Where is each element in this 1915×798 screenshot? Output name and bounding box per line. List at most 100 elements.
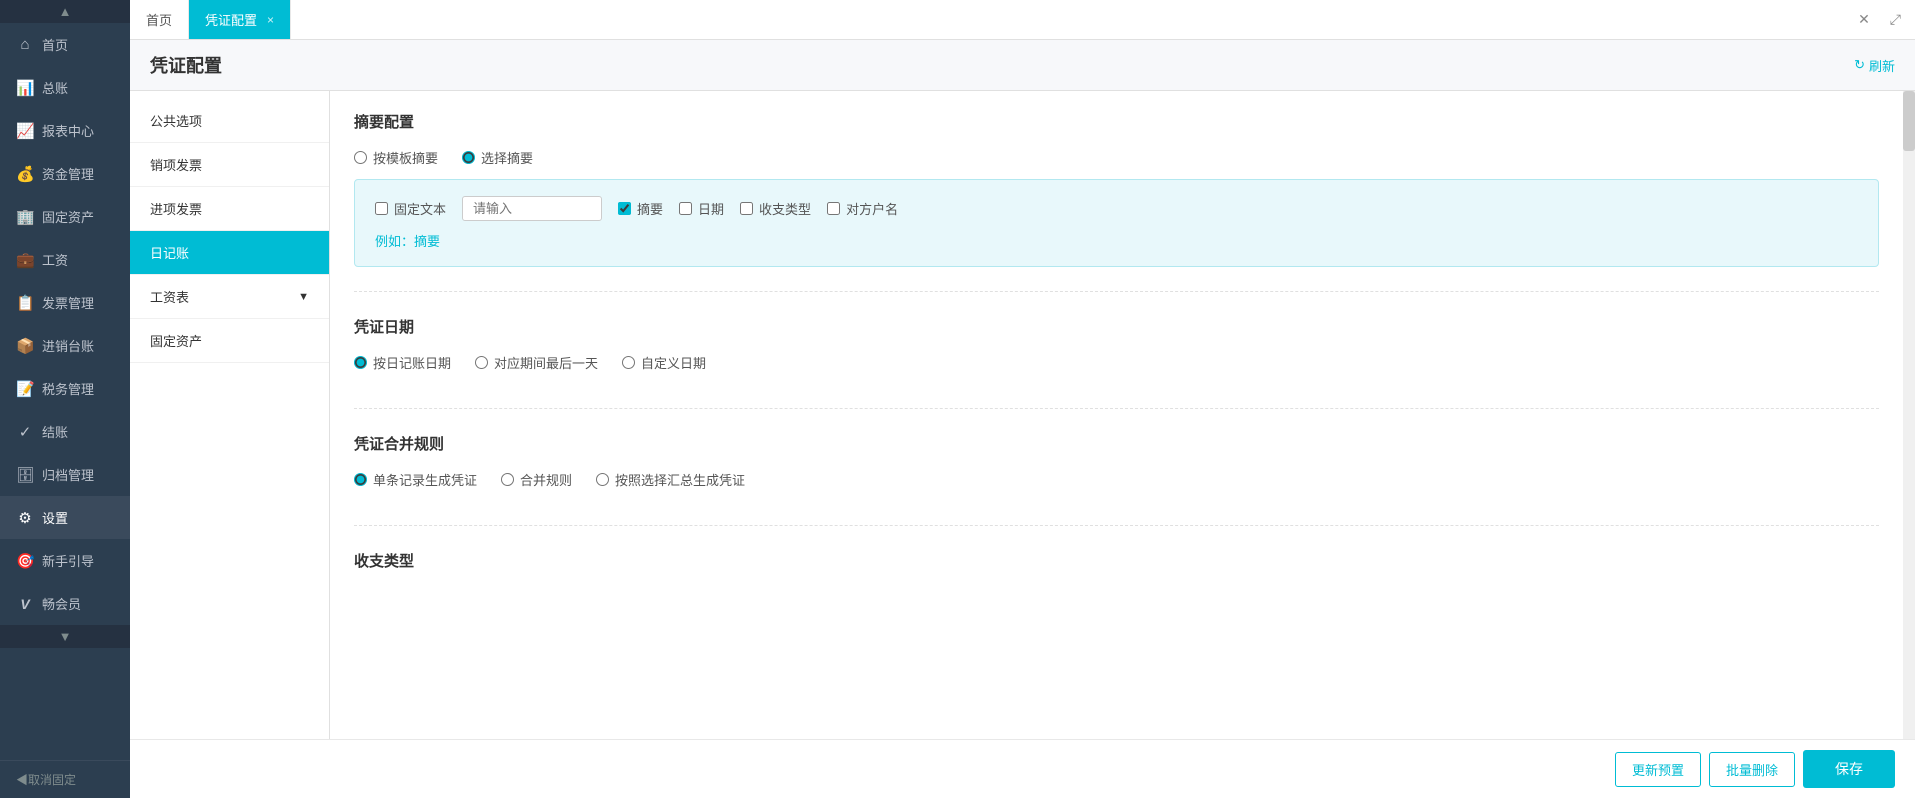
- member-icon: V: [16, 596, 34, 612]
- tab-bar: 首页 凭证配置 × ✕ ⤢: [130, 0, 1915, 40]
- journal-date-option[interactable]: 按日记账日期: [354, 353, 451, 372]
- single-record-radio[interactable]: [354, 473, 367, 486]
- guide-icon: 🎯: [16, 552, 34, 570]
- archive-icon: 🗄: [16, 466, 34, 484]
- summary-checkboxes-row: 固定文本 摘要 日期 收支类型: [375, 196, 1858, 221]
- sidebar-item-ledger[interactable]: 📊 总账: [0, 66, 130, 109]
- merge-rules-radio[interactable]: [501, 473, 514, 486]
- home-icon: ⌂: [16, 36, 34, 53]
- sidebar-item-purchase-sales[interactable]: 📦 进销台账: [0, 324, 130, 367]
- single-record-option[interactable]: 单条记录生成凭证: [354, 470, 477, 489]
- save-button[interactable]: 保存: [1803, 750, 1895, 788]
- sidebar-scroll-up[interactable]: ▲: [0, 0, 130, 23]
- main-area: 首页 凭证配置 × ✕ ⤢ 凭证配置 ↻ 刷新 公共选项 销项发票 进项: [130, 0, 1915, 798]
- tab-controls: ✕ ⤢: [1852, 9, 1915, 30]
- scrollbar-thumb[interactable]: [1903, 91, 1915, 151]
- select-summary-option[interactable]: 选择摘要: [462, 148, 533, 167]
- select-summary-radio[interactable]: [462, 151, 475, 164]
- fixed-text-checkbox[interactable]: [375, 202, 388, 215]
- sidebar: ▲ ⌂ 首页 📊 总账 📈 报表中心 💰 资金管理 🏢 固定资产 💼 工资 📋 …: [0, 0, 130, 798]
- sidebar-scroll-down[interactable]: ▼: [0, 625, 130, 648]
- settlement-icon: ✓: [16, 423, 34, 441]
- income-expense-checkbox[interactable]: [740, 202, 753, 215]
- journal-date-radio[interactable]: [354, 356, 367, 369]
- tax-icon: 📝: [16, 380, 34, 398]
- payroll-icon: 💼: [16, 251, 34, 269]
- template-summary-option[interactable]: 按模板摘要: [354, 148, 438, 167]
- period-last-day-radio[interactable]: [475, 356, 488, 369]
- date-section: 凭证日期 按日记账日期 对应期间最后一天 自定义日期: [354, 316, 1879, 409]
- sidebar-item-reports[interactable]: 📈 报表中心: [0, 109, 130, 152]
- tab-voucher-config[interactable]: 凭证配置 ×: [189, 0, 291, 39]
- fund-icon: 💰: [16, 165, 34, 183]
- page-title: 凭证配置: [150, 52, 222, 78]
- date-checkbox-option[interactable]: 日期: [679, 199, 724, 218]
- close-window-icon[interactable]: ✕: [1852, 9, 1876, 30]
- tab-close-icon[interactable]: ×: [267, 13, 274, 27]
- income-expense-checkbox-option[interactable]: 收支类型: [740, 199, 811, 218]
- refresh-button[interactable]: ↻ 刷新: [1854, 56, 1895, 75]
- income-expense-section-title: 收支类型: [354, 550, 1879, 571]
- sidebar-item-tax[interactable]: 📝 税务管理: [0, 367, 130, 410]
- left-nav-item-payroll-table[interactable]: 工资表 ▼: [130, 275, 329, 319]
- sidebar-item-archive[interactable]: 🗄 归档管理: [0, 453, 130, 496]
- maximize-icon[interactable]: ⤢: [1884, 9, 1907, 30]
- merge-radio-group: 单条记录生成凭证 合并规则 按照选择汇总生成凭证: [354, 470, 1879, 489]
- merge-section-title: 凭证合并规则: [354, 433, 1879, 454]
- left-nav: 公共选项 销项发票 进项发票 日记账 工资表 ▼ 固定资产: [130, 91, 330, 739]
- summary-radio-group: 按模板摘要 选择摘要: [354, 148, 1879, 167]
- refresh-icon: ↻: [1854, 57, 1865, 73]
- merge-section: 凭证合并规则 单条记录生成凭证 合并规则 按照选择汇总生成凭证: [354, 433, 1879, 526]
- summary-section-title: 摘要配置: [354, 111, 1879, 132]
- left-nav-item-sales-invoice[interactable]: 销项发票: [130, 143, 329, 187]
- summary-config-box: 固定文本 摘要 日期 收支类型: [354, 179, 1879, 267]
- main-content: 摘要配置 按模板摘要 选择摘要 固定文本: [330, 91, 1903, 739]
- summary-checkbox-option[interactable]: 摘要: [618, 199, 663, 218]
- invoice-icon: 📋: [16, 294, 34, 312]
- summary-checkbox[interactable]: [618, 202, 631, 215]
- sidebar-item-home[interactable]: ⌂ 首页: [0, 23, 130, 66]
- sidebar-unpin[interactable]: ◀取消固定: [0, 760, 130, 798]
- sidebar-item-funds[interactable]: 💰 资金管理: [0, 152, 130, 195]
- sidebar-item-invoice[interactable]: 📋 发票管理: [0, 281, 130, 324]
- sidebar-item-settlement[interactable]: ✓ 结账: [0, 410, 130, 453]
- sidebar-item-guide[interactable]: 🎯 新手引导: [0, 539, 130, 582]
- sidebar-item-member[interactable]: V 畅会员: [0, 582, 130, 625]
- merge-rules-option[interactable]: 合并规则: [501, 470, 572, 489]
- fixed-text-input[interactable]: [462, 196, 602, 221]
- sidebar-item-payroll[interactable]: 💼 工资: [0, 238, 130, 281]
- purchase-icon: 📦: [16, 337, 34, 355]
- report-icon: 📈: [16, 122, 34, 140]
- tab-home[interactable]: 首页: [130, 0, 189, 39]
- chart-icon: 📊: [16, 79, 34, 97]
- sidebar-item-settings[interactable]: ⚙ 设置: [0, 496, 130, 539]
- custom-date-option[interactable]: 自定义日期: [622, 353, 706, 372]
- sidebar-item-assets[interactable]: 🏢 固定资产: [0, 195, 130, 238]
- bottom-bar: 更新预置 批量删除 保存: [130, 739, 1915, 798]
- left-nav-item-purchase-invoice[interactable]: 进项发票: [130, 187, 329, 231]
- asset-icon: 🏢: [16, 208, 34, 226]
- template-summary-radio[interactable]: [354, 151, 367, 164]
- date-radio-group: 按日记账日期 对应期间最后一天 自定义日期: [354, 353, 1879, 372]
- left-nav-item-fixed-assets[interactable]: 固定资产: [130, 319, 329, 363]
- update-preset-button[interactable]: 更新预置: [1615, 752, 1701, 787]
- content-layout: 公共选项 销项发票 进项发票 日记账 工资表 ▼ 固定资产 摘要配置: [130, 91, 1915, 739]
- fixed-text-checkbox-option[interactable]: 固定文本: [375, 199, 446, 218]
- custom-date-radio[interactable]: [622, 356, 635, 369]
- right-scrollbar[interactable]: [1903, 91, 1915, 739]
- date-section-title: 凭证日期: [354, 316, 1879, 337]
- left-nav-item-public[interactable]: 公共选项: [130, 99, 329, 143]
- batch-delete-button[interactable]: 批量删除: [1709, 752, 1795, 787]
- summary-example: 例如：摘要: [375, 231, 1858, 250]
- left-nav-item-journal[interactable]: 日记账: [130, 231, 329, 275]
- date-checkbox[interactable]: [679, 202, 692, 215]
- summary-section: 摘要配置 按模板摘要 选择摘要 固定文本: [354, 111, 1879, 292]
- income-expense-section: 收支类型: [354, 550, 1879, 611]
- settings-icon: ⚙: [16, 509, 34, 527]
- counterparty-checkbox-option[interactable]: 对方户名: [827, 199, 898, 218]
- counterparty-checkbox[interactable]: [827, 202, 840, 215]
- page-header: 凭证配置 ↻ 刷新: [130, 40, 1915, 91]
- select-summary-generate-radio[interactable]: [596, 473, 609, 486]
- period-last-day-option[interactable]: 对应期间最后一天: [475, 353, 598, 372]
- select-summary-generate-option[interactable]: 按照选择汇总生成凭证: [596, 470, 745, 489]
